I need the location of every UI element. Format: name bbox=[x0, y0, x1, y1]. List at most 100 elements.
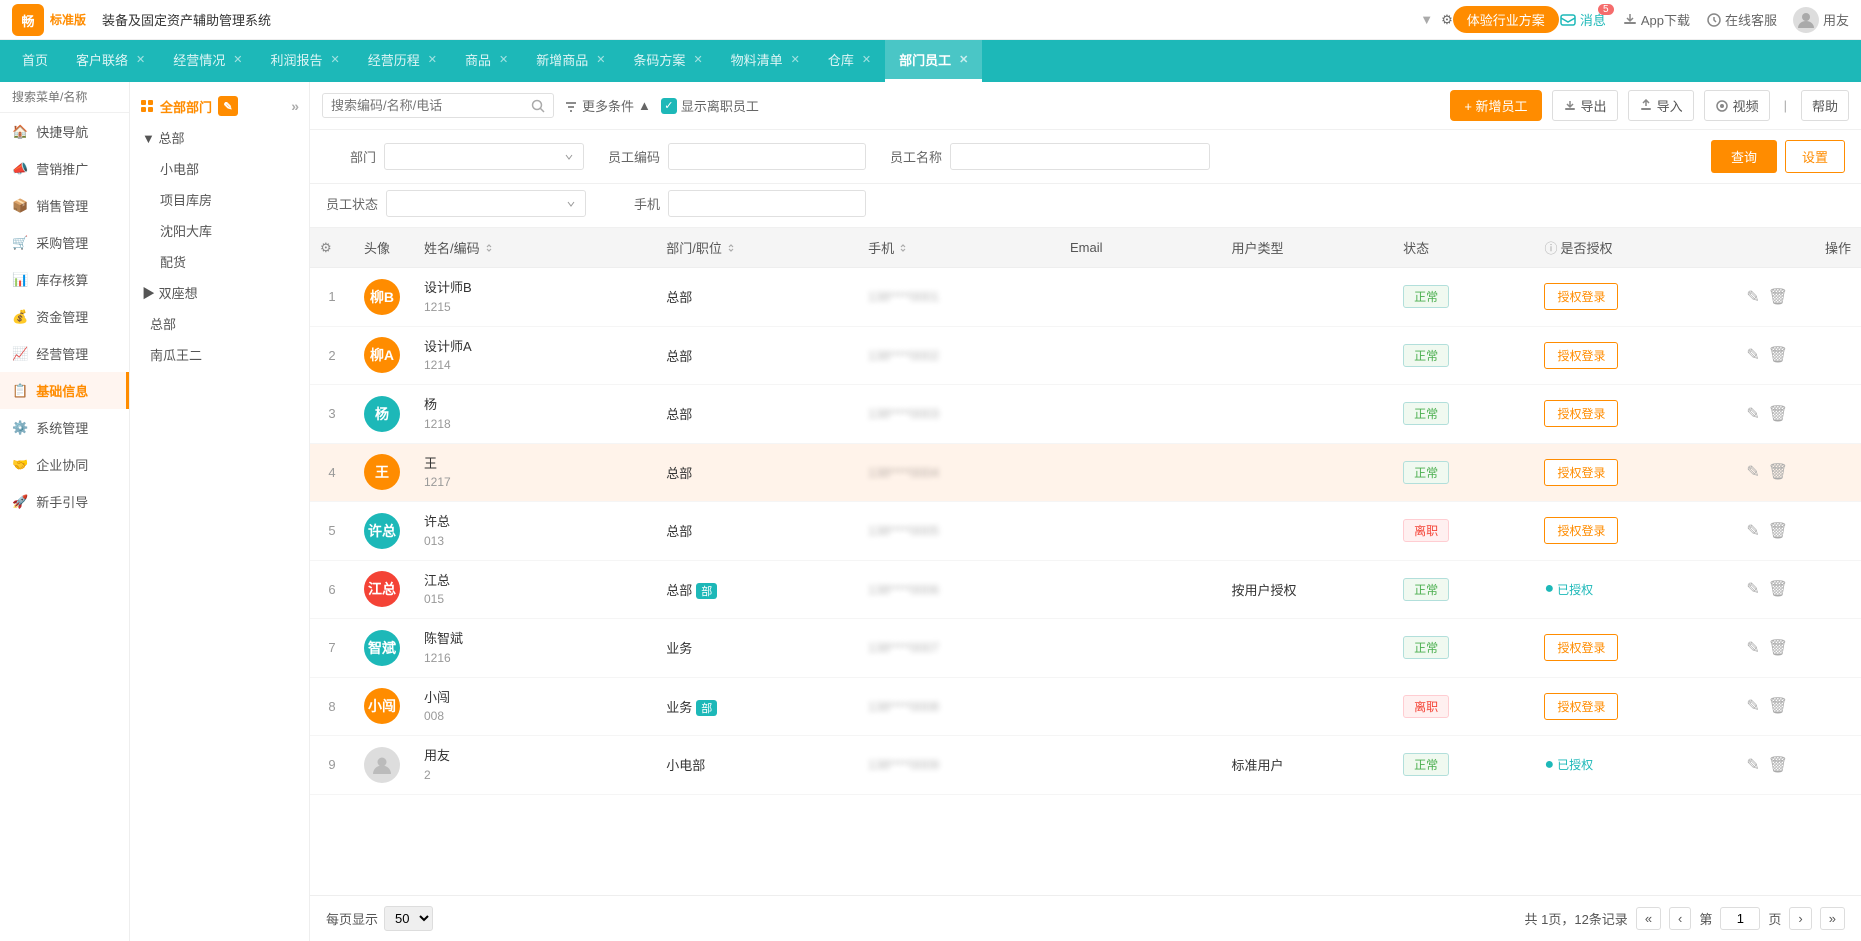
edit-icon[interactable]: ✎ bbox=[1746, 521, 1759, 541]
tab-warehouse-close[interactable]: ✕ bbox=[862, 53, 871, 66]
auth-login-btn[interactable]: 授权登录 bbox=[1544, 517, 1618, 544]
delete-icon[interactable]: 🗑 bbox=[1768, 345, 1788, 365]
tab-employee-close[interactable]: ✕ bbox=[959, 53, 968, 66]
auth-login-btn[interactable]: 授权登录 bbox=[1544, 283, 1618, 310]
delete-icon[interactable]: 🗑 bbox=[1768, 462, 1788, 482]
filter-emp-name-input[interactable] bbox=[950, 143, 1210, 170]
tab-barcode-close[interactable]: ✕ bbox=[693, 53, 702, 66]
add-employee-btn[interactable]: + 新增员工 bbox=[1450, 90, 1541, 121]
export-btn[interactable]: 导出 bbox=[1552, 90, 1618, 121]
sidebar-item-enterprise[interactable]: 🤝 企业协同 bbox=[0, 446, 129, 483]
tab-barcode[interactable]: 条码方案 ✕ bbox=[619, 40, 716, 82]
employee-search-input[interactable] bbox=[331, 98, 531, 113]
edit-icon[interactable]: ✎ bbox=[1746, 755, 1759, 775]
delete-icon[interactable]: 🗑 bbox=[1768, 696, 1788, 716]
tab-operation-close[interactable]: ✕ bbox=[233, 53, 242, 66]
auth-login-btn[interactable]: 授权登录 bbox=[1544, 342, 1618, 369]
dept-item-general2[interactable]: 总部 bbox=[130, 308, 309, 339]
delete-icon[interactable]: 🗑 bbox=[1768, 404, 1788, 424]
tab-profit-close[interactable]: ✕ bbox=[331, 53, 340, 66]
auth-login-btn[interactable]: 授权登录 bbox=[1544, 634, 1618, 661]
dept-item-project-room[interactable]: 项目库房 bbox=[130, 184, 309, 215]
tab-history[interactable]: 经营历程 ✕ bbox=[354, 40, 451, 82]
auth-login-btn[interactable]: 授权登录 bbox=[1544, 459, 1618, 486]
filter-dept-select[interactable] bbox=[384, 143, 584, 170]
edit-icon[interactable]: ✎ bbox=[1746, 638, 1759, 658]
edit-icon[interactable]: ✎ bbox=[1746, 579, 1759, 599]
table-settings-icon[interactable]: ⚙ bbox=[320, 240, 332, 255]
filter-emp-code-input[interactable] bbox=[668, 143, 866, 170]
import-btn[interactable]: 导入 bbox=[1628, 90, 1694, 121]
tab-history-close[interactable]: ✕ bbox=[428, 53, 437, 66]
first-page-btn[interactable]: « bbox=[1636, 907, 1661, 930]
query-btn[interactable]: 查询 bbox=[1711, 140, 1777, 173]
th-settings[interactable]: ⚙ bbox=[310, 228, 354, 268]
sidebar-item-guide[interactable]: 🚀 新手引导 bbox=[0, 483, 129, 520]
tab-profit[interactable]: 利润报告 ✕ bbox=[256, 40, 353, 82]
delete-icon[interactable]: 🗑 bbox=[1768, 521, 1788, 541]
sidebar-search-input[interactable] bbox=[12, 90, 130, 104]
edit-icon[interactable]: ✎ bbox=[1746, 404, 1759, 424]
tab-goods[interactable]: 商品 ✕ bbox=[451, 40, 522, 82]
experience-btn[interactable]: 体验行业方案 bbox=[1453, 6, 1559, 33]
gear-icon[interactable]: ⚙ bbox=[1441, 12, 1453, 28]
dept-collapse-icon[interactable]: » bbox=[291, 98, 299, 114]
sidebar-item-marketing[interactable]: 📣 营销推广 bbox=[0, 150, 129, 187]
tab-add-goods-close[interactable]: ✕ bbox=[596, 53, 605, 66]
tab-customer[interactable]: 客户联络 ✕ bbox=[62, 40, 159, 82]
edit-icon[interactable]: ✎ bbox=[1746, 696, 1759, 716]
filter-phone-input[interactable] bbox=[668, 190, 866, 217]
sidebar-item-basic-info[interactable]: 📋 基础信息 bbox=[0, 372, 129, 409]
sidebar-item-system[interactable]: ⚙️ 系统管理 bbox=[0, 409, 129, 446]
edit-icon[interactable]: ✎ bbox=[1746, 462, 1759, 482]
tab-bom-close[interactable]: ✕ bbox=[791, 53, 800, 66]
dept-item-general[interactable]: ▼ 总部 bbox=[130, 122, 309, 153]
delete-icon[interactable]: 🗑 bbox=[1768, 287, 1788, 307]
dept-item-xiao-elec[interactable]: 小电部 bbox=[130, 153, 309, 184]
dept-item-pumpkin[interactable]: 南瓜王二 bbox=[130, 339, 309, 370]
th-dept[interactable]: 部门/职位 bbox=[656, 228, 858, 268]
dept-item-double-think[interactable]: ▶ 双座想 bbox=[130, 277, 309, 308]
sidebar-item-operation[interactable]: 📈 经营管理 bbox=[0, 335, 129, 372]
filter-setting-btn[interactable]: 设置 bbox=[1785, 140, 1845, 173]
tab-add-goods[interactable]: 新增商品 ✕ bbox=[522, 40, 619, 82]
sidebar-item-purchase[interactable]: 🛒 采购管理 bbox=[0, 224, 129, 261]
auth-login-btn[interactable]: 授权登录 bbox=[1544, 400, 1618, 427]
dropdown-icon[interactable]: ▼ bbox=[1420, 12, 1433, 27]
view-btn[interactable]: 视频 bbox=[1704, 90, 1770, 121]
more-filter-btn[interactable]: 更多条件 ▲ bbox=[564, 96, 651, 115]
tab-home[interactable]: 首页 bbox=[8, 40, 62, 82]
tab-customer-close[interactable]: ✕ bbox=[136, 53, 145, 66]
tab-operation[interactable]: 经营情况 ✕ bbox=[159, 40, 256, 82]
th-phone[interactable]: 手机 bbox=[858, 228, 1060, 268]
dept-edit-icon[interactable]: ✎ bbox=[218, 96, 238, 116]
auth-login-btn[interactable]: 授权登录 bbox=[1544, 693, 1618, 720]
online-service-link[interactable]: 在线客服 bbox=[1706, 10, 1777, 29]
app-download-link[interactable]: App下载 bbox=[1622, 10, 1690, 29]
tab-bom[interactable]: 物料清单 ✕ bbox=[717, 40, 814, 82]
tab-employee[interactable]: 部门员工 ✕ bbox=[885, 40, 982, 82]
sidebar-item-quick-nav[interactable]: 🏠 快捷导航 bbox=[0, 113, 129, 150]
delete-icon[interactable]: 🗑 bbox=[1768, 638, 1788, 658]
delete-icon[interactable]: 🗑 bbox=[1768, 579, 1788, 599]
sidebar-item-finance[interactable]: 💰 资金管理 bbox=[0, 298, 129, 335]
help-btn[interactable]: 帮助 bbox=[1801, 90, 1849, 121]
edit-icon[interactable]: ✎ bbox=[1746, 345, 1759, 365]
filter-status-select[interactable] bbox=[386, 190, 586, 217]
dept-item-shenyang[interactable]: 沈阳大库 bbox=[130, 215, 309, 246]
page-input[interactable] bbox=[1720, 907, 1760, 930]
sidebar-item-sales[interactable]: 📦 销售管理 bbox=[0, 187, 129, 224]
dept-item-delivery[interactable]: 配货 bbox=[130, 246, 309, 277]
tab-warehouse[interactable]: 仓库 ✕ bbox=[814, 40, 885, 82]
tab-goods-close[interactable]: ✕ bbox=[499, 53, 508, 66]
next-page-btn[interactable]: › bbox=[1789, 907, 1811, 930]
delete-icon[interactable]: 🗑 bbox=[1768, 755, 1788, 775]
th-name-code[interactable]: 姓名/编码 bbox=[414, 228, 656, 268]
per-page-select[interactable]: 50 bbox=[384, 906, 433, 931]
show-resign-toggle[interactable]: ✓ 显示离职员工 bbox=[661, 96, 759, 115]
sidebar-item-inventory[interactable]: 📊 库存核算 bbox=[0, 261, 129, 298]
user-area[interactable]: 用友 bbox=[1793, 7, 1849, 33]
message-btn[interactable]: 消息 5 bbox=[1559, 10, 1606, 29]
prev-page-btn[interactable]: ‹ bbox=[1669, 907, 1691, 930]
edit-icon[interactable]: ✎ bbox=[1746, 287, 1759, 307]
